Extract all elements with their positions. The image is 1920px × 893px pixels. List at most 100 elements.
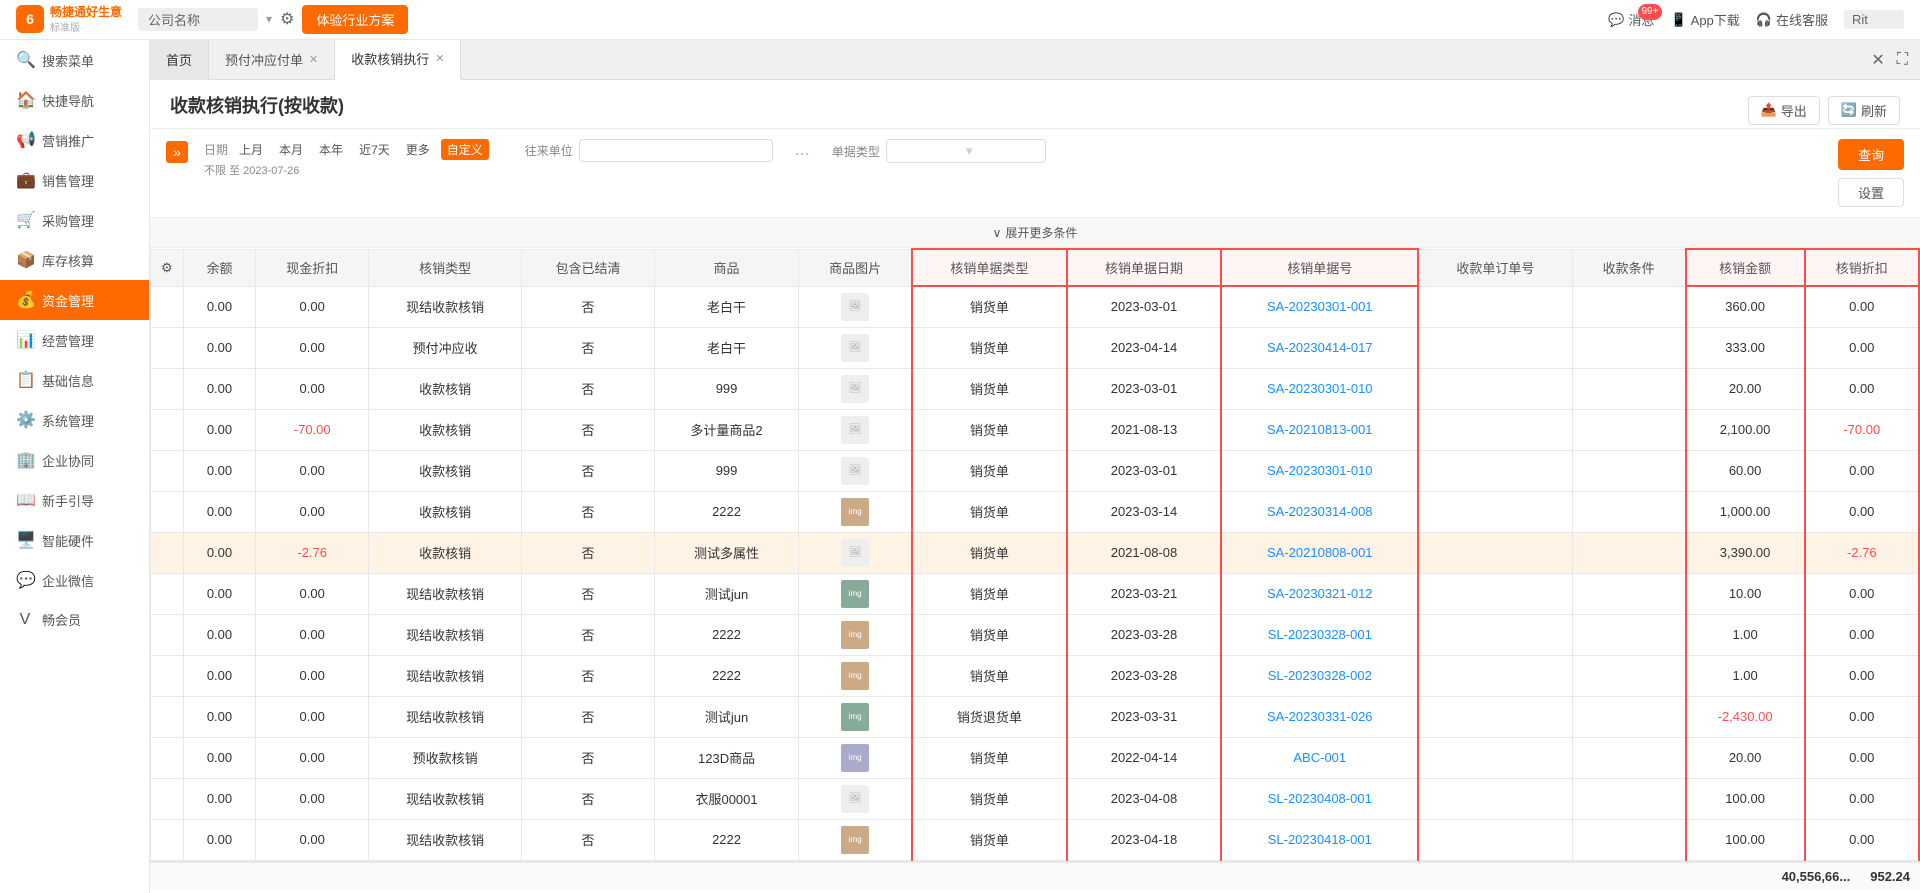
messages-wrap[interactable]: 💬 消息 99+ xyxy=(1608,10,1654,29)
td-doc-no[interactable]: SA-20230321-012 xyxy=(1221,573,1418,614)
trial-button[interactable]: 体验行业方案 xyxy=(302,5,408,34)
td-goods-img: 🖼 xyxy=(799,778,913,819)
settings-icon[interactable]: ⚙ xyxy=(280,9,294,29)
td-discount: 0.00 xyxy=(1805,327,1919,368)
expand-more-bar[interactable]: ∨ 展开更多条件 xyxy=(150,218,1920,248)
sidebar-item-system[interactable]: ⚙️系统管理 xyxy=(0,400,149,440)
table-row[interactable]: 0.00 0.00 现结收款核销 否 2222 img 销货单 2023-04-… xyxy=(151,819,1920,860)
export-button[interactable]: 📤 导出 xyxy=(1748,96,1820,125)
td-doc-no[interactable]: SL-20230418-001 xyxy=(1221,819,1418,860)
td-order-no xyxy=(1418,327,1572,368)
user-avatar[interactable]: Rit xyxy=(1844,10,1904,29)
table-row[interactable]: 0.00 0.00 收款核销 否 999 🖼 销货单 2023-03-01 SA… xyxy=(151,450,1920,491)
sidebar-item-hardware[interactable]: 🖥️智能硬件 xyxy=(0,520,149,560)
sidebar-item-finance[interactable]: 💰资金管理 xyxy=(0,280,149,320)
td-doc-type: 销货单 xyxy=(912,737,1067,778)
query-button[interactable]: 查询 xyxy=(1838,139,1904,170)
date-filter-label: 日期 xyxy=(204,141,228,158)
app-download-wrap[interactable]: 📱 App下载 xyxy=(1670,10,1739,29)
th-settings[interactable]: ⚙ xyxy=(151,249,184,286)
table-row[interactable]: 0.00 0.00 现结收款核销 否 2222 img 销货单 2023-03-… xyxy=(151,614,1920,655)
tab-collection[interactable]: 收款核销执行 ✕ xyxy=(335,40,461,80)
sidebar-wechat-icon: 💬 xyxy=(16,570,34,590)
td-doc-type: 销货单 xyxy=(912,655,1067,696)
tab-prepay-close-icon[interactable]: ✕ xyxy=(309,53,318,66)
td-doc-no[interactable]: SA-20230331-026 xyxy=(1221,696,1418,737)
online-service-wrap[interactable]: 🎧 在线客服 xyxy=(1756,10,1828,29)
td-discount: 0.00 xyxy=(1805,450,1919,491)
partner-input[interactable] xyxy=(588,143,764,158)
sidebar-item-wechat[interactable]: 💬企业微信 xyxy=(0,560,149,600)
td-closed: 否 xyxy=(522,368,655,409)
td-doc-no[interactable]: SA-20210808-001 xyxy=(1221,532,1418,573)
sidebar-item-operation[interactable]: 📊经营管理 xyxy=(0,320,149,360)
goods-img: img xyxy=(841,498,869,526)
table-row[interactable]: 0.00 0.00 现结收款核销 否 测试jun img 销货退货单 2023-… xyxy=(151,696,1920,737)
export-icon: 📤 xyxy=(1761,102,1777,118)
td-doc-no[interactable]: SL-20230408-001 xyxy=(1221,778,1418,819)
td-doc-no[interactable]: SA-20230301-001 xyxy=(1221,286,1418,327)
sidebar-item-search[interactable]: 🔍搜索菜单 xyxy=(0,40,149,80)
td-doc-no[interactable]: SL-20230328-002 xyxy=(1221,655,1418,696)
7days-btn[interactable]: 近7天 xyxy=(354,139,395,160)
td-doc-no[interactable]: SA-20230314-008 xyxy=(1221,491,1418,532)
table-row[interactable]: 0.00 0.00 现结收款核销 否 衣服00001 🖼 销货单 2023-04… xyxy=(151,778,1920,819)
td-discount: 0.00 xyxy=(1805,491,1919,532)
tab-maximize-button[interactable]: ⛶ xyxy=(1893,47,1912,73)
td-type: 现结收款核销 xyxy=(369,819,522,860)
td-doc-no[interactable]: SA-20230301-010 xyxy=(1221,368,1418,409)
tab-close-button[interactable]: ✕ xyxy=(1867,46,1888,74)
td-amount: 20.00 xyxy=(1686,368,1805,409)
sidebar-item-marketing[interactable]: 📢营销推广 xyxy=(0,120,149,160)
td-goods: 老白干 xyxy=(655,327,799,368)
company-selector[interactable]: 公司名称 xyxy=(138,8,258,31)
sidebar-item-sales[interactable]: 💼销售管理 xyxy=(0,160,149,200)
td-goods-img: 🖼 xyxy=(799,532,913,573)
sidebar-item-purchase[interactable]: 🛒采购管理 xyxy=(0,200,149,240)
table-row[interactable]: 0.00 -70.00 收款核销 否 多计量商品2 🖼 销货单 2021-08-… xyxy=(151,409,1920,450)
sidebar-item-enterprise[interactable]: 🏢企业协同 xyxy=(0,440,149,480)
sidebar-inventory-label: 库存核算 xyxy=(42,251,94,270)
td-settings xyxy=(151,491,184,532)
more-date-btn[interactable]: 更多 xyxy=(401,139,435,160)
company-chevron-icon[interactable]: ▾ xyxy=(266,12,272,26)
table-row[interactable]: 0.00 0.00 预收款核销 否 123D商品 img 销货单 2022-04… xyxy=(151,737,1920,778)
table-row[interactable]: 0.00 -2.76 收款核销 否 测试多属性 🖼 销货单 2021-08-08… xyxy=(151,532,1920,573)
td-doc-no[interactable]: SA-20230414-017 xyxy=(1221,327,1418,368)
refresh-button[interactable]: 🔄 刷新 xyxy=(1828,96,1900,125)
prev-month-btn[interactable]: 上月 xyxy=(234,139,268,160)
td-payment-term xyxy=(1572,409,1686,450)
table-row[interactable]: 0.00 0.00 现结收款核销 否 老白干 🖼 销货单 2023-03-01 … xyxy=(151,286,1920,327)
td-doc-no[interactable]: SA-20230301-010 xyxy=(1221,450,1418,491)
filter-settings-button[interactable]: 设置 xyxy=(1838,178,1904,207)
td-balance: 0.00 xyxy=(183,368,256,409)
td-amount: 60.00 xyxy=(1686,450,1805,491)
logo-line1: 畅捷通好生意 xyxy=(50,5,122,19)
table-row[interactable]: 0.00 0.00 收款核销 否 2222 img 销货单 2023-03-14… xyxy=(151,491,1920,532)
partner-input-wrap[interactable] xyxy=(579,139,773,162)
this-month-btn[interactable]: 本月 xyxy=(274,139,308,160)
this-year-btn[interactable]: 本年 xyxy=(314,139,348,160)
sidebar-item-basic[interactable]: 📋基础信息 xyxy=(0,360,149,400)
td-doc-date: 2021-08-13 xyxy=(1067,409,1222,450)
table-row[interactable]: 0.00 0.00 收款核销 否 999 🖼 销货单 2023-03-01 SA… xyxy=(151,368,1920,409)
tab-home[interactable]: 首页 xyxy=(150,40,209,80)
doctype-select[interactable]: ▾ xyxy=(886,139,1046,163)
td-doc-no[interactable]: SA-20210813-001 xyxy=(1221,409,1418,450)
filter-expand-button[interactable]: » xyxy=(166,141,188,163)
sidebar-item-inventory[interactable]: 📦库存核算 xyxy=(0,240,149,280)
custom-date-btn[interactable]: 自定义 xyxy=(441,139,489,160)
td-doc-no[interactable]: ABC-001 xyxy=(1221,737,1418,778)
sidebar-item-member[interactable]: V畅会员 xyxy=(0,600,149,639)
tab-prepay[interactable]: 预付冲应付单 ✕ xyxy=(209,40,335,80)
table-row[interactable]: 0.00 0.00 预付冲应收 否 老白干 🖼 销货单 2023-04-14 S… xyxy=(151,327,1920,368)
tab-collection-close-icon[interactable]: ✕ xyxy=(435,52,444,65)
td-doc-no[interactable]: SL-20230328-001 xyxy=(1221,614,1418,655)
sidebar-item-guide[interactable]: 📖新手引导 xyxy=(0,480,149,520)
td-goods-img: img xyxy=(799,614,913,655)
sidebar-operation-label: 经营管理 xyxy=(42,331,94,350)
logo-icon: 6 xyxy=(16,5,44,33)
table-row[interactable]: 0.00 0.00 现结收款核销 否 测试jun img 销货单 2023-03… xyxy=(151,573,1920,614)
table-row[interactable]: 0.00 0.00 现结收款核销 否 2222 img 销货单 2023-03-… xyxy=(151,655,1920,696)
sidebar-item-shortcuts[interactable]: 🏠快捷导航 xyxy=(0,80,149,120)
